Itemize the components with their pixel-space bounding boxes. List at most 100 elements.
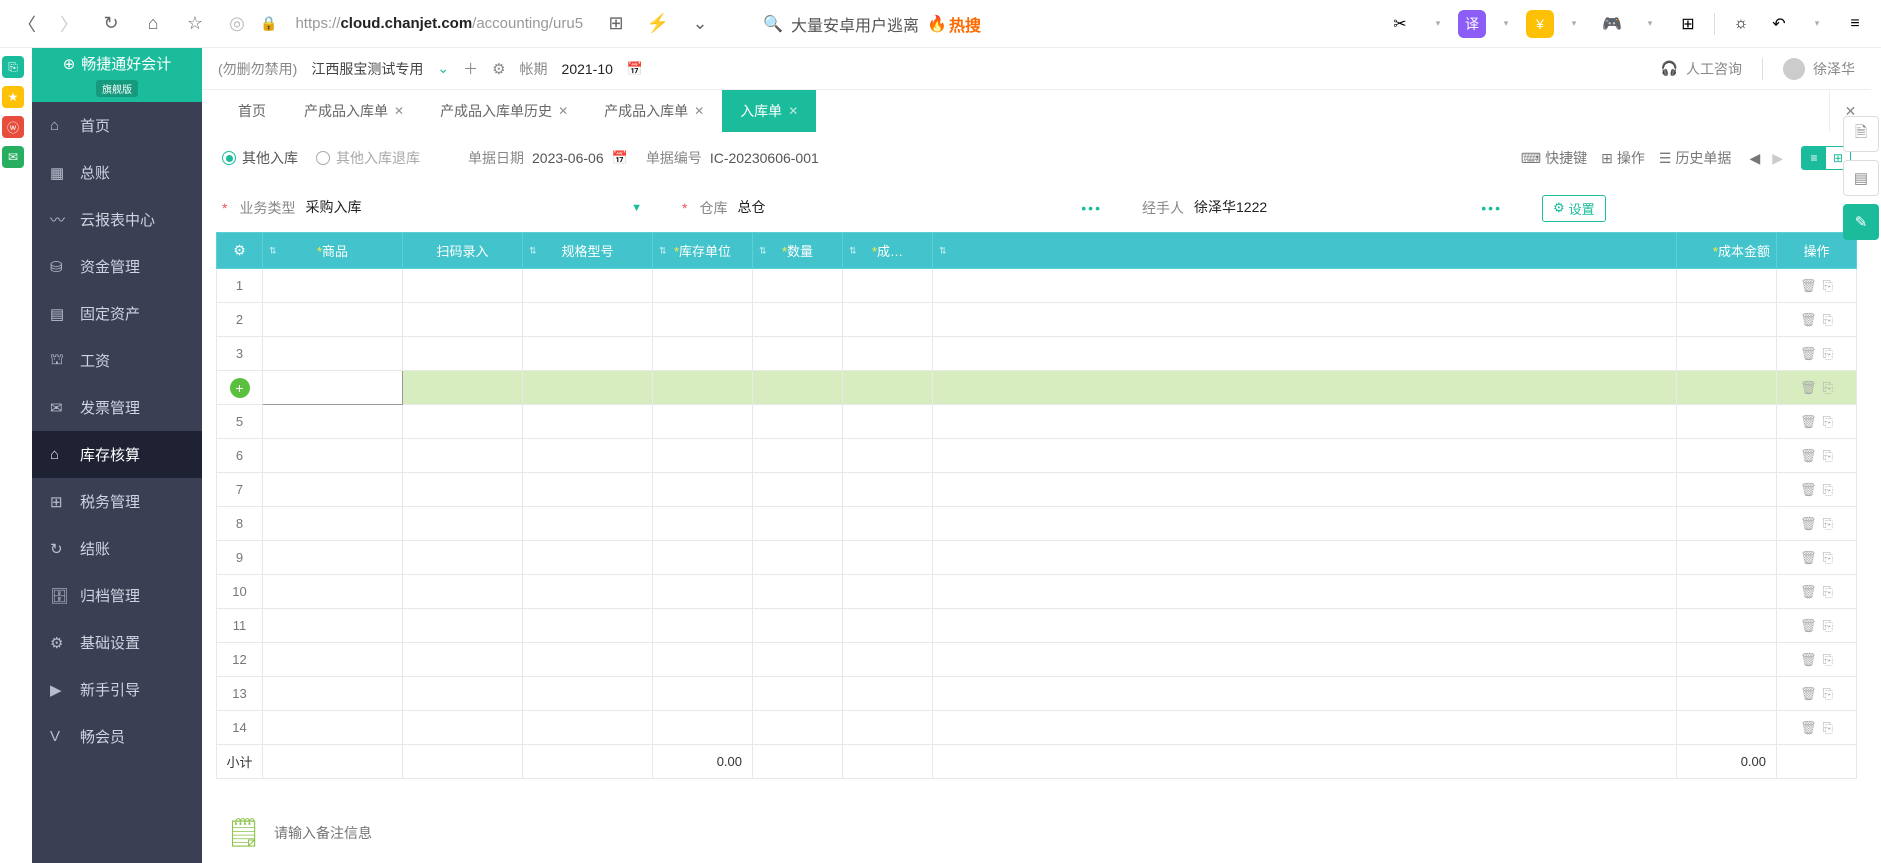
- org-name[interactable]: 江西服宝测试专用: [311, 59, 423, 79]
- cell[interactable]: [523, 371, 653, 405]
- tab-home[interactable]: 首页: [218, 90, 286, 132]
- cell[interactable]: [403, 643, 523, 677]
- table-row[interactable]: 14🗑⎘: [217, 711, 1857, 745]
- sidebar-item-member[interactable]: V畅会员: [32, 713, 202, 760]
- cell[interactable]: [263, 575, 403, 609]
- add-row-button[interactable]: +: [230, 378, 250, 398]
- sidebar-item-inventory[interactable]: ⌂库存核算: [32, 431, 202, 478]
- operate-link[interactable]: ⊞操作: [1601, 148, 1645, 168]
- sidebar-item-guide[interactable]: ▶新手引导: [32, 666, 202, 713]
- chevron-down-icon[interactable]: ▼: [631, 202, 642, 214]
- nav-reload[interactable]: ↻: [92, 5, 130, 43]
- cell[interactable]: [523, 405, 653, 439]
- cell[interactable]: [933, 269, 1677, 303]
- cell[interactable]: [403, 473, 523, 507]
- qr-icon[interactable]: ⊞: [597, 5, 635, 43]
- copy-icon[interactable]: ⎘: [1823, 584, 1833, 599]
- cell[interactable]: [263, 473, 403, 507]
- delete-icon[interactable]: 🗑: [1800, 516, 1817, 531]
- cell[interactable]: [1677, 507, 1777, 541]
- nav-favorite[interactable]: ☆: [176, 5, 214, 43]
- cell[interactable]: [403, 405, 523, 439]
- cell[interactable]: [1677, 541, 1777, 575]
- th-scan[interactable]: 扫码录入: [403, 233, 523, 269]
- th-cost[interactable]: ⇅*成…: [843, 233, 933, 269]
- scissors-icon[interactable]: ✂: [1382, 6, 1418, 42]
- add-button[interactable]: ＋: [463, 58, 478, 79]
- cell[interactable]: [653, 371, 753, 405]
- cell[interactable]: [753, 405, 843, 439]
- table-row[interactable]: + 🗑 ⎘: [217, 371, 1857, 405]
- sidebar-item-closing[interactable]: ↻结账: [32, 525, 202, 572]
- cell[interactable]: [523, 303, 653, 337]
- cell[interactable]: [753, 337, 843, 371]
- delete-icon[interactable]: 🗑: [1800, 414, 1817, 429]
- cell[interactable]: [843, 609, 933, 643]
- radio-other-return[interactable]: 其他入库退库: [316, 148, 420, 168]
- cell[interactable]: [653, 507, 753, 541]
- table-row[interactable]: 12🗑⎘: [217, 643, 1857, 677]
- table-row[interactable]: 11🗑⎘: [217, 609, 1857, 643]
- copy-icon[interactable]: ⎘: [1823, 312, 1833, 327]
- th-gear[interactable]: ⚙: [217, 233, 263, 269]
- cell[interactable]: [523, 575, 653, 609]
- close-icon[interactable]: ✕: [788, 104, 798, 118]
- history-link[interactable]: ☰历史单据: [1659, 148, 1732, 168]
- delete-icon[interactable]: 🗑: [1800, 346, 1817, 361]
- cell[interactable]: [403, 303, 523, 337]
- hot-search[interactable]: 🔥热搜: [927, 12, 981, 36]
- cell[interactable]: [263, 303, 403, 337]
- next-doc[interactable]: ▶: [1768, 148, 1787, 169]
- menu-icon[interactable]: ≡: [1837, 6, 1873, 42]
- delete-icon[interactable]: 🗑: [1800, 278, 1817, 293]
- table-row[interactable]: 5🗑⎘: [217, 405, 1857, 439]
- delete-icon[interactable]: 🗑: [1800, 380, 1817, 395]
- cell[interactable]: [753, 677, 843, 711]
- cell[interactable]: [523, 507, 653, 541]
- cell[interactable]: [653, 473, 753, 507]
- history-icon[interactable]: ↶: [1761, 6, 1797, 42]
- cell[interactable]: [843, 643, 933, 677]
- cell[interactable]: [263, 371, 403, 405]
- delete-icon[interactable]: 🗑: [1800, 448, 1817, 463]
- cell[interactable]: [523, 337, 653, 371]
- cell[interactable]: [263, 609, 403, 643]
- cell[interactable]: [523, 269, 653, 303]
- cell[interactable]: [753, 303, 843, 337]
- cell[interactable]: [653, 643, 753, 677]
- os-chip-1[interactable]: ⎘: [2, 56, 24, 78]
- table-row[interactable]: 13🗑⎘: [217, 677, 1857, 711]
- remark-input[interactable]: [274, 825, 1847, 841]
- copy-icon[interactable]: ⎘: [1823, 652, 1833, 667]
- cell[interactable]: [403, 609, 523, 643]
- brightness-icon[interactable]: ☼: [1723, 6, 1759, 42]
- cell[interactable]: [1677, 303, 1777, 337]
- cell[interactable]: [843, 269, 933, 303]
- tab-item-4[interactable]: 入库单✕: [722, 90, 816, 132]
- cell[interactable]: [1677, 643, 1777, 677]
- cell[interactable]: [523, 711, 653, 745]
- delete-icon[interactable]: 🗑: [1800, 312, 1817, 327]
- cell[interactable]: [933, 439, 1677, 473]
- cell[interactable]: [933, 405, 1677, 439]
- cell[interactable]: [403, 541, 523, 575]
- cell[interactable]: [403, 371, 523, 405]
- cell[interactable]: [653, 269, 753, 303]
- date-value[interactable]: 2023-06-06: [532, 150, 604, 166]
- cell[interactable]: [1677, 337, 1777, 371]
- delete-icon[interactable]: 🗑: [1800, 720, 1817, 735]
- cell[interactable]: [843, 711, 933, 745]
- calendar-icon[interactable]: 📅: [612, 150, 628, 166]
- sort-icon[interactable]: ⇅: [939, 245, 947, 256]
- copy-icon[interactable]: ⎘: [1823, 380, 1833, 395]
- copy-icon[interactable]: ⎘: [1823, 482, 1833, 497]
- rail-layers[interactable]: ▤: [1843, 160, 1879, 196]
- copy-icon[interactable]: ⎘: [1823, 618, 1833, 633]
- cell[interactable]: [263, 337, 403, 371]
- tab-item-2[interactable]: 产成品入库单历史✕: [422, 90, 586, 132]
- table-row[interactable]: 7🗑⎘: [217, 473, 1857, 507]
- cell[interactable]: [653, 439, 753, 473]
- wallet-icon[interactable]: ¥: [1526, 10, 1554, 38]
- cell[interactable]: [753, 371, 843, 405]
- cell[interactable]: [653, 677, 753, 711]
